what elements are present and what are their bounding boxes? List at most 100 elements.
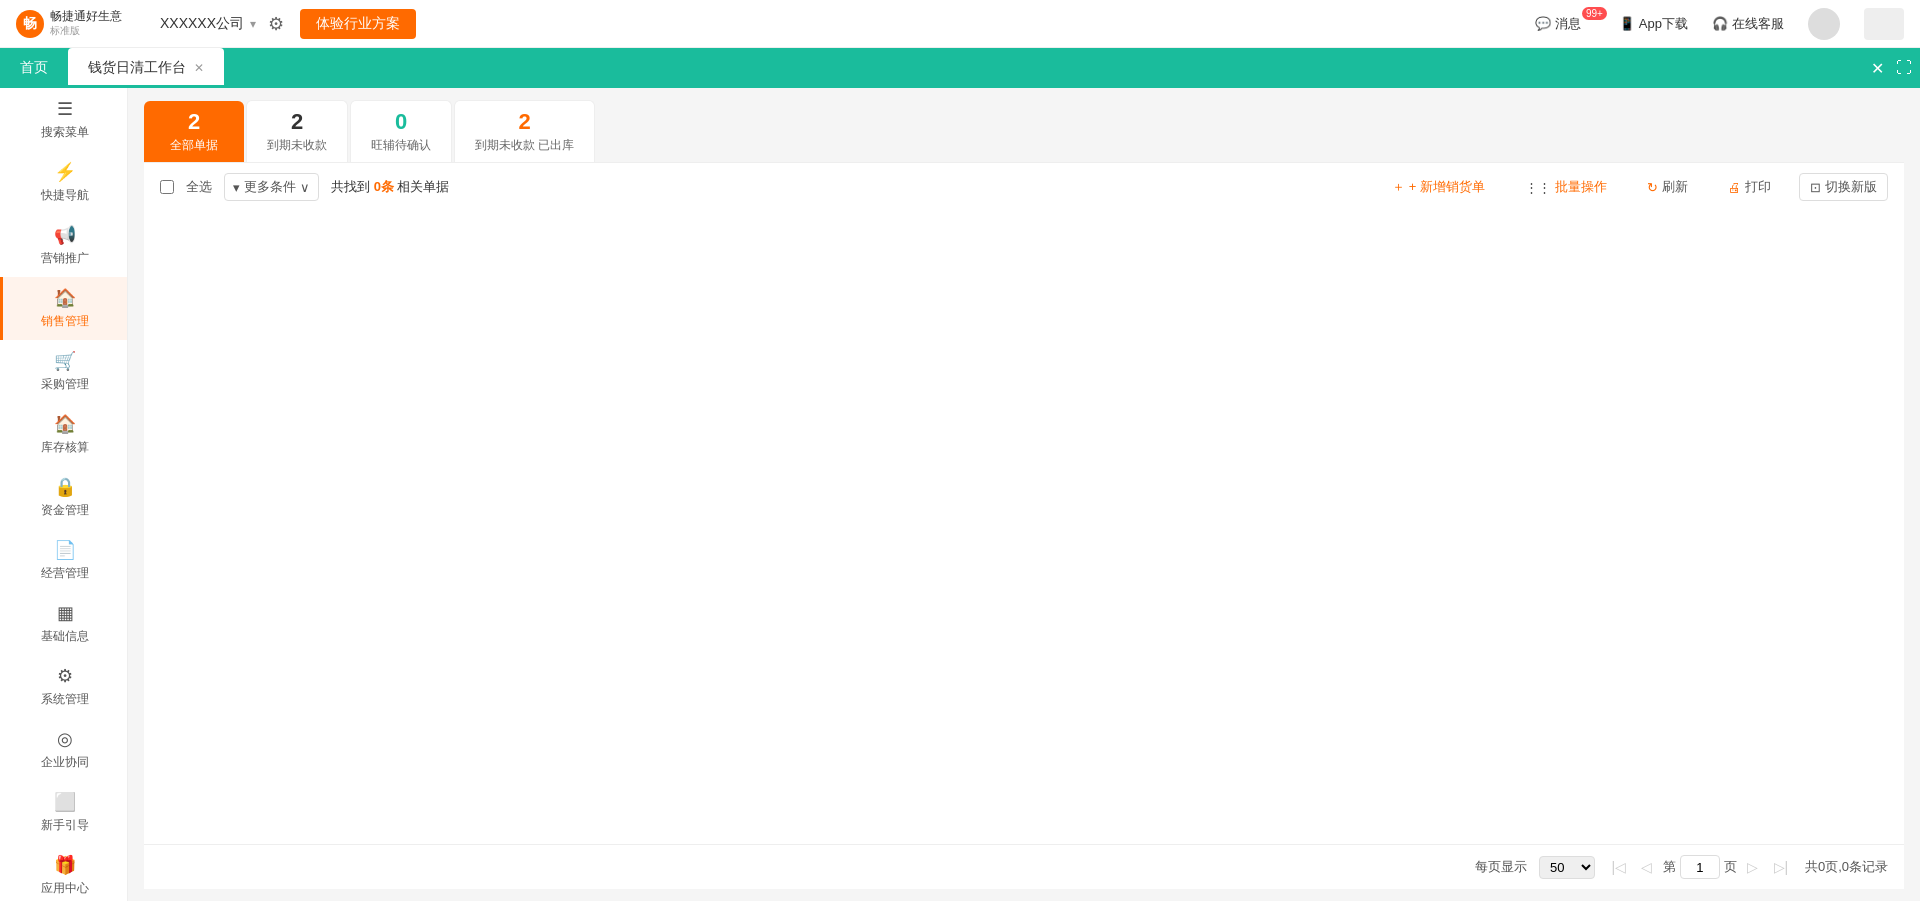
print-icon: 🖨 bbox=[1728, 180, 1741, 195]
sidebar-item-inventory[interactable]: 🏠 库存核算 bbox=[0, 403, 127, 466]
table-area bbox=[144, 211, 1904, 844]
page-last-icon[interactable]: ▷| bbox=[1769, 855, 1793, 879]
sidebar-item-beginner[interactable]: ⬜ 新手引导 bbox=[0, 781, 127, 844]
settings-icon[interactable]: ⚙ bbox=[268, 13, 284, 35]
summary-tab-shipped[interactable]: 2 到期未收款 已出库 bbox=[454, 100, 595, 162]
tab-work-station[interactable]: 钱货日清工作台 ✕ bbox=[68, 48, 224, 88]
plus-icon: ＋ bbox=[1392, 178, 1405, 196]
filter-button[interactable]: ▾ 更多条件 ∨ bbox=[224, 173, 319, 201]
sidebar-item-label: 采购管理 bbox=[41, 376, 89, 393]
trial-button[interactable]: 体验行业方案 bbox=[300, 9, 416, 39]
company-name: XXXXXX公司 bbox=[160, 15, 244, 33]
page-size-prefix: 每页显示 bbox=[1475, 858, 1527, 876]
sidebar-item-marketing[interactable]: 📢 营销推广 bbox=[0, 214, 127, 277]
sidebar: ☰ 搜索菜单 ⚡ 快捷导航 📢 营销推广 🏠 销售管理 🛒 采购管理 🏠 库存核… bbox=[0, 88, 128, 901]
enterprise-icon: ◎ bbox=[57, 728, 73, 750]
page-size-select[interactable]: 50 100 200 bbox=[1539, 856, 1595, 879]
toolbar: 全选 ▾ 更多条件 ∨ 共找到 0条 相关单据 ＋ + 新增销货单 ⋮⋮ 批量操… bbox=[144, 162, 1904, 211]
page-prev-icon[interactable]: ◁ bbox=[1635, 855, 1659, 879]
message-label: 消息 bbox=[1555, 15, 1581, 33]
service-label: 在线客服 bbox=[1732, 15, 1784, 33]
sidebar-item-label: 资金管理 bbox=[41, 502, 89, 519]
batch-icon: ⋮⋮ bbox=[1525, 180, 1551, 195]
new-sale-label: + 新增销货单 bbox=[1409, 178, 1485, 196]
summary-tab-shipped-count: 2 bbox=[519, 109, 531, 135]
sidebar-item-label: 营销推广 bbox=[41, 250, 89, 267]
page-input[interactable] bbox=[1680, 855, 1720, 879]
sidebar-item-basic[interactable]: ▦ 基础信息 bbox=[0, 592, 127, 655]
refresh-button[interactable]: ↻ 刷新 bbox=[1635, 173, 1700, 201]
beginner-icon: ⬜ bbox=[54, 791, 76, 813]
sidebar-item-label: 系统管理 bbox=[41, 691, 89, 708]
finance-icon: 🔒 bbox=[54, 476, 76, 498]
sidebar-item-finance[interactable]: 🔒 资金管理 bbox=[0, 466, 127, 529]
sidebar-item-sales[interactable]: 🏠 销售管理 bbox=[0, 277, 127, 340]
summary-tab-all-label: 全部单据 bbox=[170, 137, 218, 154]
main-layout: ☰ 搜索菜单 ⚡ 快捷导航 📢 营销推广 🏠 销售管理 🛒 采购管理 🏠 库存核… bbox=[0, 88, 1920, 901]
page-first-icon[interactable]: |◁ bbox=[1607, 855, 1631, 879]
service-item[interactable]: 🎧 在线客服 bbox=[1712, 15, 1784, 33]
pagination: |◁ ◁ 第 页 ▷ ▷| bbox=[1607, 855, 1793, 879]
sidebar-item-quicknav[interactable]: ⚡ 快捷导航 bbox=[0, 151, 127, 214]
select-all-checkbox[interactable] bbox=[160, 180, 174, 194]
sidebar-item-system[interactable]: ⚙ 系统管理 bbox=[0, 655, 127, 718]
sidebar-item-label: 企业协同 bbox=[41, 754, 89, 771]
appstore-icon: 🎁 bbox=[54, 854, 76, 876]
marketing-icon: 📢 bbox=[54, 224, 76, 246]
sidebar-item-label: 销售管理 bbox=[41, 313, 89, 330]
message-item[interactable]: 💬 消息 99+ bbox=[1535, 15, 1595, 33]
summary-tab-all-count: 2 bbox=[188, 109, 200, 135]
table-footer: 每页显示 50 100 200 |◁ ◁ 第 页 ▷ ▷| 共0页,0条记录 bbox=[144, 844, 1904, 889]
system-icon: ⚙ bbox=[57, 665, 73, 687]
new-sale-button[interactable]: ＋ + 新增销货单 bbox=[1380, 173, 1497, 201]
tab-workstation-label: 钱货日清工作台 bbox=[88, 59, 186, 77]
tab-home[interactable]: 首页 bbox=[0, 48, 68, 88]
summary-tab-shipped-label: 到期未收款 已出库 bbox=[475, 137, 574, 154]
user-menu[interactable] bbox=[1864, 8, 1904, 40]
print-button[interactable]: 🖨 打印 bbox=[1716, 173, 1783, 201]
tab-bar-actions: ✕ ⛶ bbox=[1871, 59, 1920, 78]
sidebar-item-label: 搜索菜单 bbox=[41, 124, 89, 141]
sidebar-item-label: 基础信息 bbox=[41, 628, 89, 645]
sidebar-item-appstore[interactable]: 🎁 应用中心 bbox=[0, 844, 127, 901]
select-all-label: 全选 bbox=[186, 178, 212, 196]
switch-new-button[interactable]: ⊡ 切换新版 bbox=[1799, 173, 1888, 201]
page-next-icon[interactable]: ▷ bbox=[1741, 855, 1765, 879]
management-icon: 📄 bbox=[54, 539, 76, 561]
sidebar-item-management[interactable]: 📄 经营管理 bbox=[0, 529, 127, 592]
page-label-2: 页 bbox=[1724, 858, 1737, 876]
logo-badge: 标准版 bbox=[50, 24, 122, 38]
summary-tab-overdue[interactable]: 2 到期未收款 bbox=[246, 100, 348, 162]
top-header: 畅 畅捷通好生意 标准版 XXXXXX公司 ▾ ⚙ 体验行业方案 💬 消息 99… bbox=[0, 0, 1920, 48]
sidebar-item-search[interactable]: ☰ 搜索菜单 bbox=[0, 88, 127, 151]
sidebar-item-label: 新手引导 bbox=[41, 817, 89, 834]
sidebar-item-enterprise[interactable]: ◎ 企业协同 bbox=[0, 718, 127, 781]
sidebar-item-label: 快捷导航 bbox=[41, 187, 89, 204]
service-icon: 🎧 bbox=[1712, 16, 1728, 31]
tab-expand-icon[interactable]: ⛶ bbox=[1896, 59, 1912, 77]
tab-close-icon[interactable]: ✕ bbox=[194, 61, 204, 75]
logo-text-area: 畅捷通好生意 标准版 bbox=[50, 9, 122, 39]
print-label: 打印 bbox=[1745, 178, 1771, 196]
batch-op-button[interactable]: ⋮⋮ 批量操作 bbox=[1513, 173, 1619, 201]
filter-icon: ▾ bbox=[233, 180, 240, 195]
company-selector[interactable]: XXXXXX公司 ▾ bbox=[160, 15, 256, 33]
sidebar-item-label: 应用中心 bbox=[41, 880, 89, 897]
message-badge: 99+ bbox=[1582, 7, 1607, 20]
summary-tabs-container: 2 全部单据 2 到期未收款 0 旺辅待确认 2 到期未收款 已出库 bbox=[128, 88, 1920, 162]
avatar[interactable] bbox=[1808, 8, 1840, 40]
logo-icon: 畅 bbox=[16, 10, 44, 38]
tab-minimize-icon[interactable]: ✕ bbox=[1871, 59, 1884, 78]
tab-bar: 首页 钱货日清工作台 ✕ ✕ ⛶ bbox=[0, 48, 1920, 88]
summary-tab-wangfu[interactable]: 0 旺辅待确认 bbox=[350, 100, 452, 162]
found-text: 共找到 0条 相关单据 bbox=[331, 178, 449, 196]
app-download-item[interactable]: 📱 App下载 bbox=[1619, 15, 1688, 33]
summary-tab-all[interactable]: 2 全部单据 bbox=[144, 101, 244, 162]
filter-chevron-icon: ∨ bbox=[300, 180, 310, 195]
found-count: 0条 bbox=[374, 179, 394, 194]
switch-icon: ⊡ bbox=[1810, 180, 1821, 195]
chevron-down-icon: ▾ bbox=[250, 17, 256, 31]
sidebar-item-purchase[interactable]: 🛒 采购管理 bbox=[0, 340, 127, 403]
inventory-icon: 🏠 bbox=[54, 413, 76, 435]
sidebar-item-label: 库存核算 bbox=[41, 439, 89, 456]
